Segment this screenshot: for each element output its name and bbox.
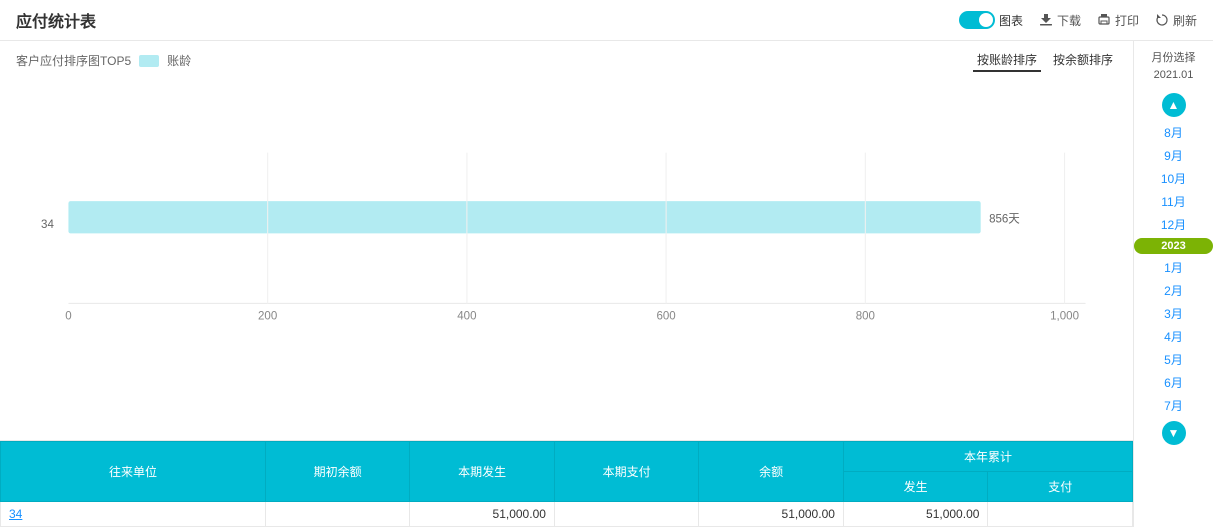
row-balance: 51,000.00 bbox=[699, 502, 844, 527]
legend-label: 客户应付排序图TOP5 bbox=[16, 52, 131, 69]
app-header: 应付统计表 图表 下载 打印 刷新 bbox=[0, 0, 1213, 41]
right-sidebar: 月份选择 2021.01 ▲ 8月 9月 10月 11月 12月 2023 1月… bbox=[1133, 41, 1213, 527]
sort-by-amount-button[interactable]: 按账龄排序 bbox=[973, 49, 1041, 72]
row-current-occurrence: 51,000.00 bbox=[410, 502, 555, 527]
table-row: 34 51,000.00 51,000.00 51,000.00 bbox=[1, 502, 1133, 527]
col-current-payment: 本期支付 bbox=[554, 442, 699, 502]
year-badge: 2023 bbox=[1134, 238, 1213, 254]
col-from-unit: 往来单位 bbox=[1, 442, 266, 502]
col-balance: 余额 bbox=[699, 442, 844, 502]
svg-text:0: 0 bbox=[65, 309, 72, 322]
month-item-8[interactable]: 8月 bbox=[1134, 121, 1213, 144]
col-current-occurrence: 本期发生 bbox=[410, 442, 555, 502]
row-ytd-occurrence: 51,000.00 bbox=[843, 502, 988, 527]
col-ytd-occurrence: 发生 bbox=[843, 472, 988, 502]
sort-buttons: 按账龄排序 按余额排序 bbox=[973, 49, 1117, 72]
svg-text:1,000: 1,000 bbox=[1050, 309, 1079, 322]
month-list: 8月 9月 10月 11月 12月 2023 1月 2月 3月 4月 5月 6月… bbox=[1134, 121, 1213, 417]
month-item-9[interactable]: 9月 bbox=[1134, 144, 1213, 167]
scroll-up-button[interactable]: ▲ bbox=[1162, 93, 1186, 117]
legend-box bbox=[139, 55, 159, 67]
chart-header: 客户应付排序图TOP5 账龄 按账龄排序 按余额排序 bbox=[0, 41, 1133, 80]
svg-text:400: 400 bbox=[457, 309, 477, 322]
col-ytd-payment: 支付 bbox=[988, 472, 1133, 502]
chart-toggle-label: 图表 bbox=[999, 12, 1023, 29]
row-id-link[interactable]: 34 bbox=[9, 507, 22, 521]
row-from-unit: 34 bbox=[1, 502, 266, 527]
legend-box-label: 账龄 bbox=[167, 52, 191, 69]
month-item-2[interactable]: 2月 bbox=[1134, 279, 1213, 302]
download-icon bbox=[1039, 13, 1053, 27]
table-area: 往来单位 期初余额 本期发生 本期支付 余额 本年累计 发生 支付 bbox=[0, 440, 1133, 527]
month-item-7[interactable]: 7月 bbox=[1134, 394, 1213, 417]
sidebar-label: 月份选择 bbox=[1152, 49, 1196, 65]
print-icon bbox=[1097, 13, 1111, 27]
chart-wrapper: 34 856天 0 200 400 600 800 1,000 bbox=[0, 80, 1133, 440]
data-table: 往来单位 期初余额 本期发生 本期支付 余额 本年累计 发生 支付 bbox=[0, 441, 1133, 527]
month-item-5[interactable]: 5月 bbox=[1134, 348, 1213, 371]
chart-toggle[interactable] bbox=[959, 11, 995, 29]
print-button[interactable]: 打印 bbox=[1097, 12, 1139, 29]
refresh-button[interactable]: 刷新 bbox=[1155, 12, 1197, 29]
col-ytd: 本年累计 bbox=[843, 442, 1132, 472]
chart-toggle-wrap: 图表 bbox=[959, 11, 1023, 29]
month-item-11[interactable]: 11月 bbox=[1134, 190, 1213, 213]
month-item-12[interactable]: 12月 bbox=[1134, 213, 1213, 236]
header-actions: 图表 下载 打印 刷新 bbox=[959, 11, 1197, 29]
scroll-down-button[interactable]: ▼ bbox=[1162, 421, 1186, 445]
month-item-6[interactable]: 6月 bbox=[1134, 371, 1213, 394]
refresh-icon bbox=[1155, 13, 1169, 27]
chart-area: 客户应付排序图TOP5 账龄 按账龄排序 按余额排序 34 856天 bbox=[0, 41, 1133, 527]
month-item-3[interactable]: 3月 bbox=[1134, 302, 1213, 325]
row-ytd-payment bbox=[988, 502, 1133, 527]
table-container: 往来单位 期初余额 本期发生 本期支付 余额 本年累计 发生 支付 bbox=[0, 441, 1133, 527]
svg-text:34: 34 bbox=[41, 218, 54, 231]
page-title: 应付统计表 bbox=[16, 8, 96, 32]
month-item-4[interactable]: 4月 bbox=[1134, 325, 1213, 348]
table-header-row: 往来单位 期初余额 本期发生 本期支付 余额 本年累计 bbox=[1, 442, 1133, 472]
download-button[interactable]: 下载 bbox=[1039, 12, 1081, 29]
svg-text:600: 600 bbox=[656, 309, 676, 322]
month-item-10[interactable]: 10月 bbox=[1134, 167, 1213, 190]
sidebar-date: 2021.01 bbox=[1154, 69, 1194, 81]
svg-text:800: 800 bbox=[856, 309, 876, 322]
sort-by-balance-button[interactable]: 按余额排序 bbox=[1049, 49, 1117, 72]
svg-text:856天: 856天 bbox=[989, 212, 1020, 225]
main-content: 客户应付排序图TOP5 账龄 按账龄排序 按余额排序 34 856天 bbox=[0, 41, 1213, 527]
month-item-1[interactable]: 1月 bbox=[1134, 256, 1213, 279]
svg-text:200: 200 bbox=[258, 309, 278, 322]
chart-legend: 客户应付排序图TOP5 账龄 bbox=[16, 52, 191, 69]
col-opening-balance: 期初余额 bbox=[265, 442, 410, 502]
bar-chart: 34 856天 0 200 400 600 800 1,000 bbox=[16, 88, 1117, 368]
row-opening-balance bbox=[265, 502, 410, 527]
row-current-payment bbox=[554, 502, 699, 527]
